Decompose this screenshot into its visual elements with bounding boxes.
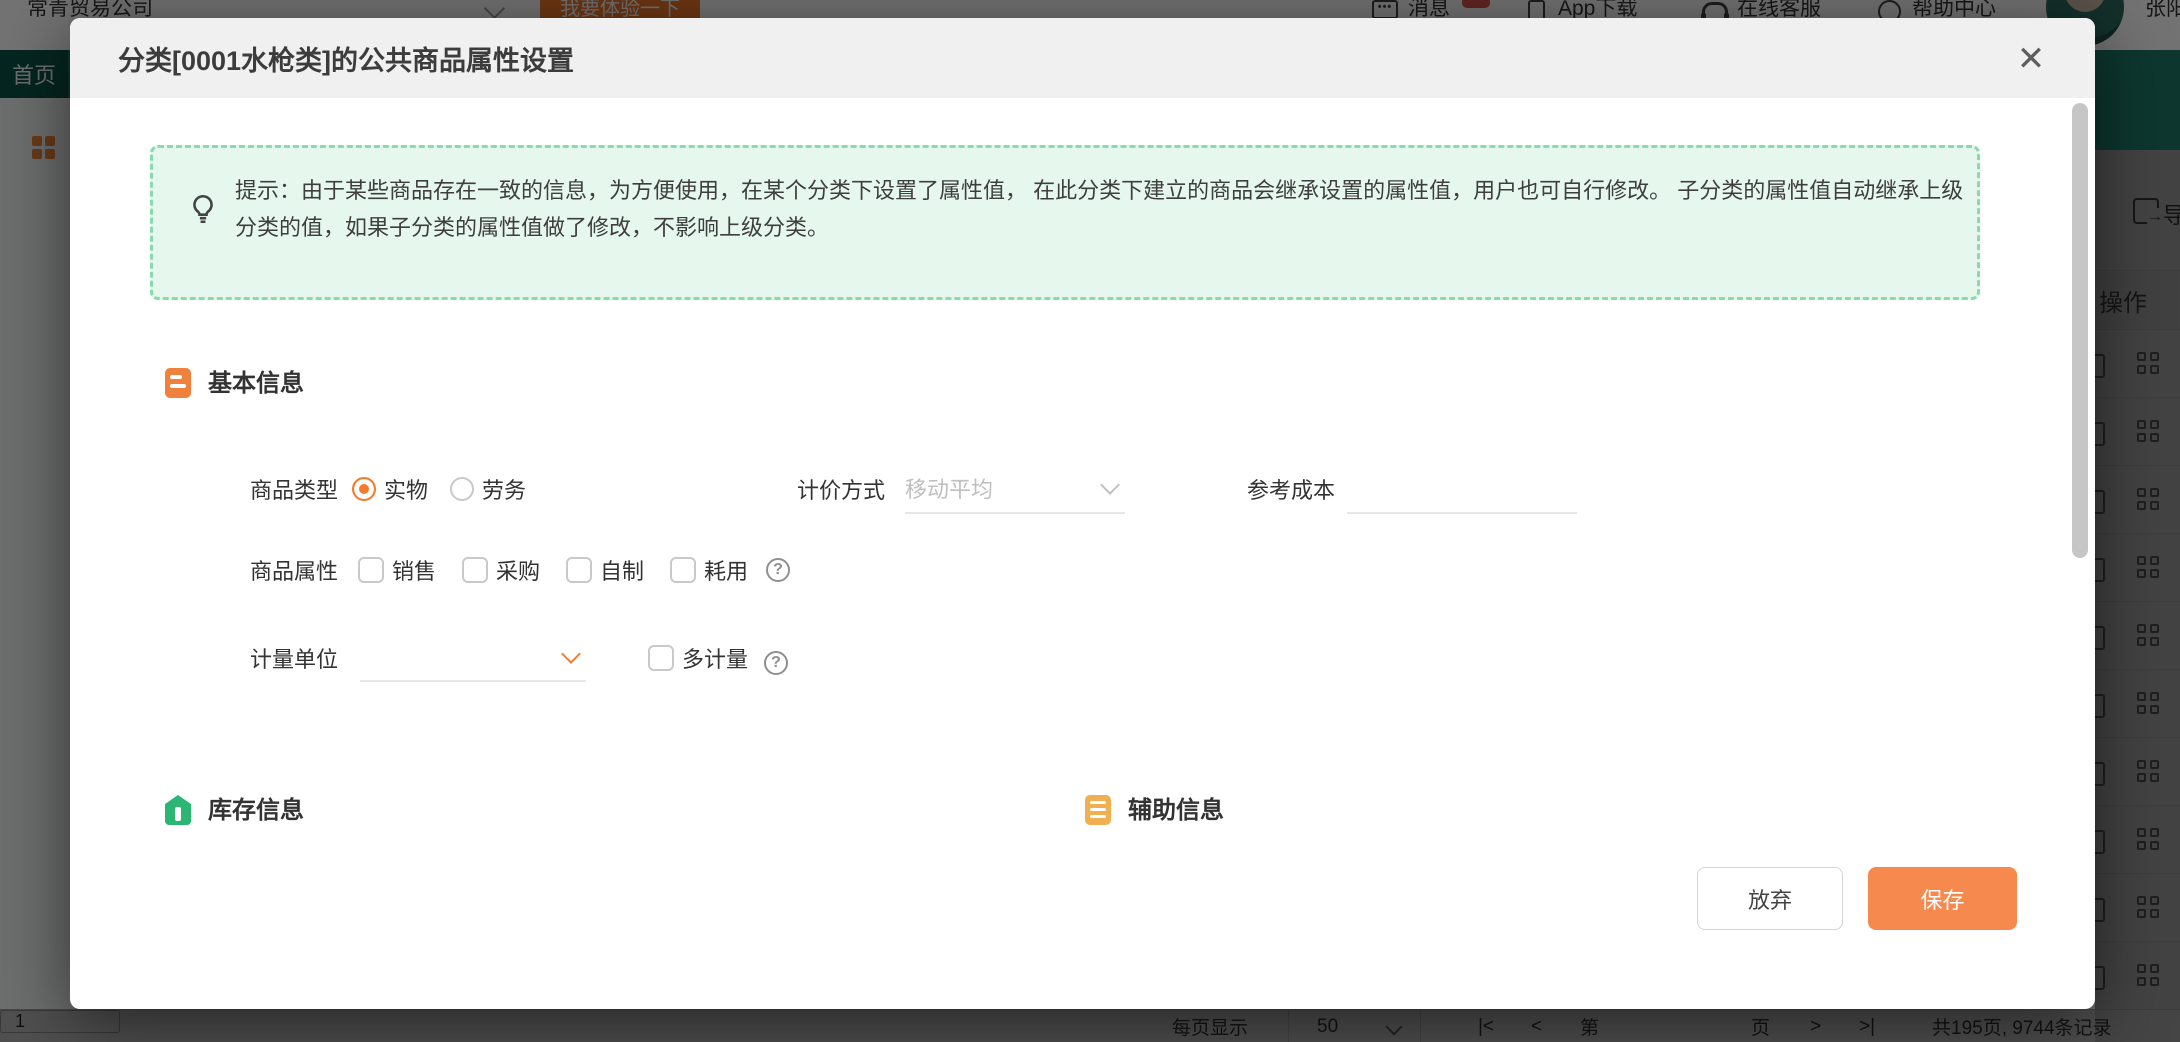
product-type-label: 商品类型 (249, 478, 338, 503)
save-button[interactable]: 保存 (1868, 867, 2017, 930)
dialog-title: 分类[0001水枪类]的公共商品属性设置 (118, 45, 575, 76)
radio-physical-label[interactable]: 实物 (384, 473, 428, 505)
close-icon[interactable]: ✕ (2008, 36, 2054, 82)
lightbulb-icon (193, 194, 213, 224)
pricing-method-value: 移动平均 (905, 477, 994, 502)
checkbox-consume[interactable] (670, 557, 697, 583)
checkbox-purchase[interactable] (462, 557, 489, 583)
modal-scrollbar-thumb[interactable] (2072, 103, 2088, 558)
checkbox-sale-label[interactable]: 销售 (392, 554, 436, 586)
product-attrs-label: 商品属性 (249, 559, 338, 584)
auxiliary-info-icon (1085, 795, 1111, 825)
checkbox-sale[interactable] (358, 557, 384, 583)
attrs-help-icon[interactable]: ? (766, 558, 791, 582)
unit-select[interactable] (360, 634, 586, 682)
pricing-method-select[interactable]: 移动平均 (905, 464, 1126, 514)
radio-physical[interactable] (352, 477, 376, 501)
checkbox-purchase-label[interactable]: 采购 (496, 554, 540, 586)
checkbox-self-made-label[interactable]: 自制 (600, 554, 644, 586)
radio-service-label[interactable]: 劳务 (482, 473, 526, 505)
pricing-method-label: 计价方式 (797, 478, 886, 503)
unit-label: 计量单位 (249, 647, 338, 672)
section-basic-info: 基本信息 (208, 370, 304, 397)
checkbox-multi-unit[interactable] (648, 645, 674, 671)
radio-service[interactable] (450, 477, 475, 501)
checkbox-self-made[interactable] (566, 557, 593, 583)
cancel-button[interactable]: 放弃 (1697, 867, 1843, 930)
reference-cost-label: 参考成本 (1247, 478, 1336, 503)
pagination-extra-mask (0, 1009, 2095, 1042)
basic-info-icon (165, 368, 191, 398)
section-inventory-info: 库存信息 (208, 797, 304, 824)
checkbox-multi-unit-label[interactable]: 多计量 (682, 642, 748, 674)
attribute-settings-dialog: 分类[0001水枪类]的公共商品属性设置 ✕ 提示：由于某些商品存在一致的信息，… (70, 18, 2095, 1009)
tip-text: 提示：由于某些商品存在一致的信息，为方便使用，在某个分类下设置了属性值， 在此分… (235, 178, 1964, 240)
screen: 常青贸易公司 我要体验一下 ••• 消息 App下载 在线客服 帮助中心 张阳 … (0, 0, 2180, 1042)
section-auxiliary-info: 辅助信息 (1128, 797, 1224, 824)
dialog-header: 分类[0001水枪类]的公共商品属性设置 ✕ (70, 18, 2095, 98)
table-extra-mask (2095, 150, 2180, 1042)
reference-cost-input[interactable] (1347, 464, 1578, 514)
checkbox-consume-label[interactable]: 耗用 (704, 554, 748, 586)
chevron-down-icon (1100, 475, 1120, 495)
inventory-info-icon (165, 795, 191, 825)
multi-unit-help-icon[interactable]: ? (764, 651, 789, 675)
chevron-down-icon (561, 644, 581, 664)
